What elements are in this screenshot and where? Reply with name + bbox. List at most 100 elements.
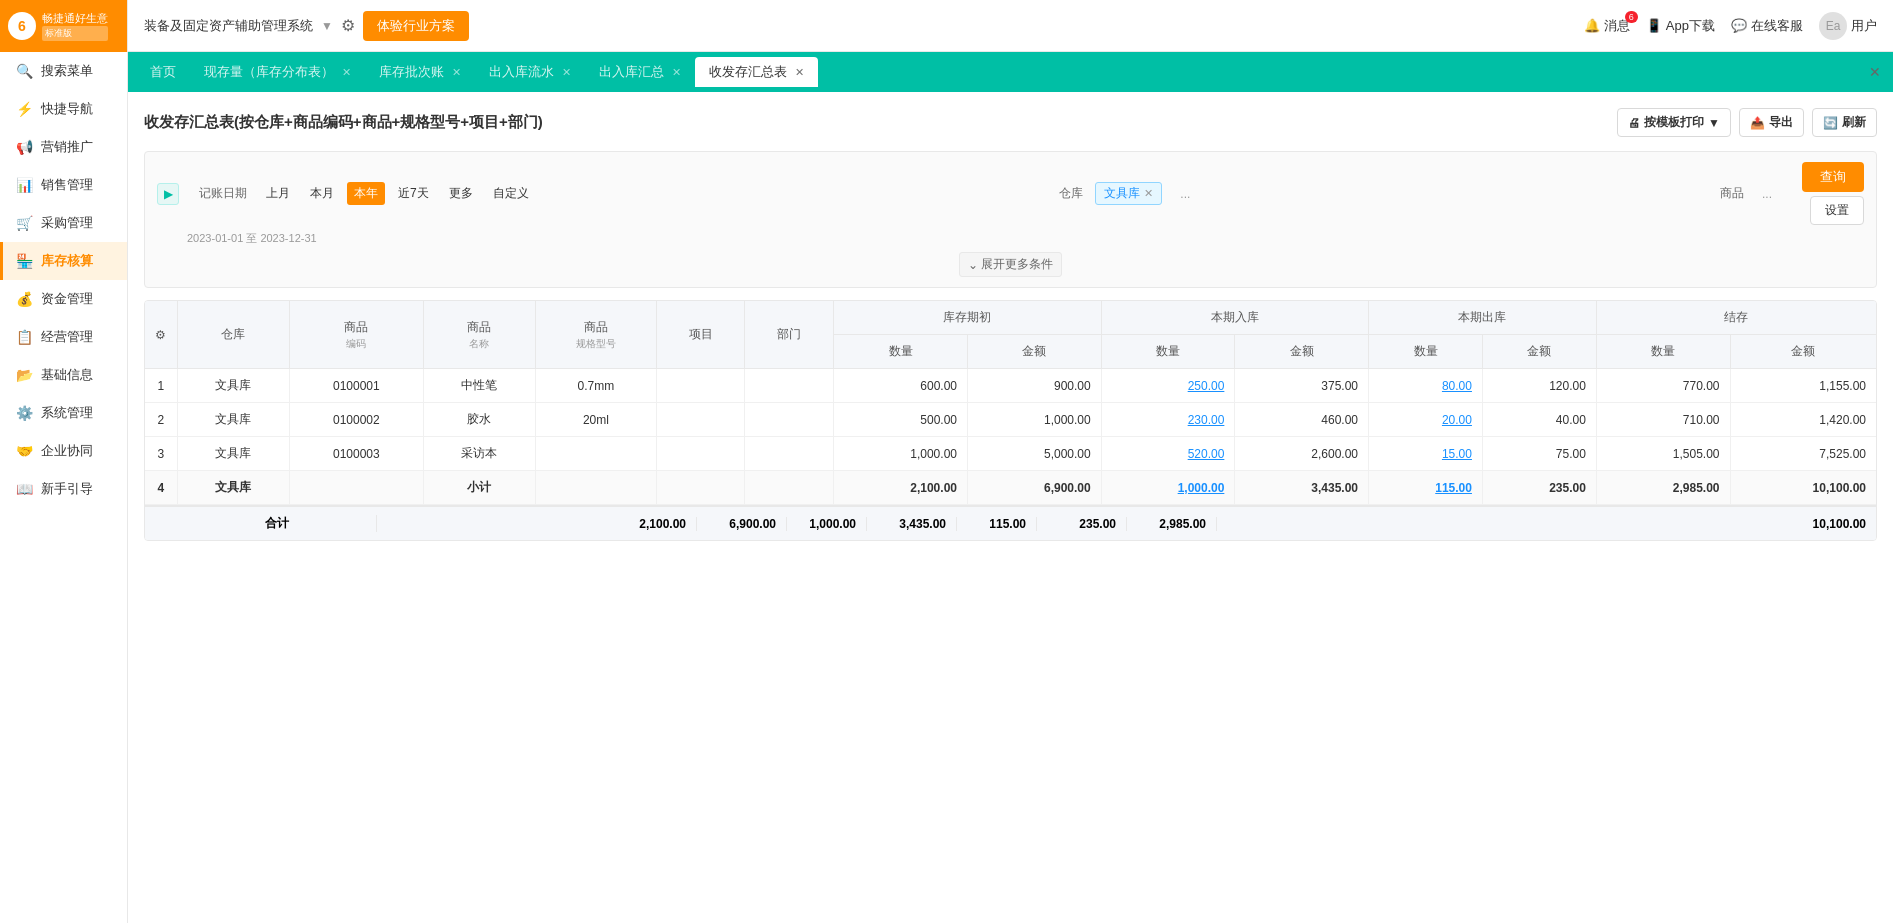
row-index: 1 bbox=[145, 369, 177, 403]
in-qty-link[interactable]: 250.00 bbox=[1188, 379, 1225, 393]
expand-more-conditions[interactable]: ⌄ 展开更多条件 bbox=[959, 252, 1062, 277]
out-qty-link[interactable]: 15.00 bbox=[1442, 447, 1472, 461]
row-project bbox=[656, 437, 745, 471]
sidebar-logo: 6 畅捷通好生意 标准版 bbox=[0, 0, 127, 52]
warehouse-label: 仓库 bbox=[1059, 185, 1083, 202]
logo-badge: 标准版 bbox=[42, 26, 108, 41]
sidebar-item-marketing[interactable]: 📢 营销推广 bbox=[0, 128, 127, 166]
sidebar-item-label: 企业协同 bbox=[41, 442, 93, 460]
col-opening-qty: 数量 bbox=[834, 335, 968, 369]
data-table-wrapper: ⚙ 仓库 商品编码 商品名称 商品规格型号 项目 部门 库存期初 本期入库 本期… bbox=[144, 300, 1877, 541]
row-in-qty[interactable]: 520.00 bbox=[1101, 437, 1235, 471]
row-in-qty[interactable]: 250.00 bbox=[1101, 369, 1235, 403]
sidebar-item-quick[interactable]: ⚡ 快捷导航 bbox=[0, 90, 127, 128]
col-in: 本期入库 bbox=[1101, 301, 1368, 335]
sidebar-item-sales[interactable]: 📊 销售管理 bbox=[0, 166, 127, 204]
print-label: 按模板打印 bbox=[1644, 114, 1704, 131]
row-out-amt: 120.00 bbox=[1482, 369, 1596, 403]
sidebar-item-operations[interactable]: 📋 经营管理 bbox=[0, 318, 127, 356]
sidebar-item-guide[interactable]: 📖 新手引导 bbox=[0, 470, 127, 508]
date-btn-7days[interactable]: 近7天 bbox=[391, 182, 436, 205]
in-qty-link[interactable]: 1,000.00 bbox=[1178, 481, 1225, 495]
filter-collapse-arrow[interactable]: ▶ bbox=[157, 183, 179, 205]
row-opening-amt: 1,000.00 bbox=[967, 403, 1101, 437]
product-more[interactable]: ... bbox=[1756, 185, 1778, 203]
col-product-spec: 商品规格型号 bbox=[536, 301, 656, 369]
sidebar-item-enterprise[interactable]: 🤝 企业协同 bbox=[0, 432, 127, 470]
tab-inout-flow-close[interactable]: ✕ bbox=[562, 66, 571, 79]
row-out-qty[interactable]: 15.00 bbox=[1369, 437, 1483, 471]
footer-closing-qty: 2,985.00 bbox=[1127, 517, 1217, 531]
in-qty-link[interactable]: 230.00 bbox=[1188, 413, 1225, 427]
tab-inventory-dist-close[interactable]: ✕ bbox=[342, 66, 351, 79]
in-qty-link[interactable]: 520.00 bbox=[1188, 447, 1225, 461]
export-button[interactable]: 📤 导出 bbox=[1739, 108, 1804, 137]
date-btn-more[interactable]: 更多 bbox=[442, 182, 480, 205]
row-opening-amt: 6,900.00 bbox=[967, 471, 1101, 505]
sidebar-item-basic[interactable]: 📂 基础信息 bbox=[0, 356, 127, 394]
tab-receive-summary[interactable]: 收发存汇总表 ✕ bbox=[695, 57, 818, 87]
sidebar-item-inventory[interactable]: 🏪 库存核算 bbox=[0, 242, 127, 280]
date-btn-custom[interactable]: 自定义 bbox=[486, 182, 536, 205]
row-index: 2 bbox=[145, 403, 177, 437]
date-options: 上月 本月 本年 近7天 更多 自定义 bbox=[259, 182, 536, 205]
row-out-qty[interactable]: 115.00 bbox=[1369, 471, 1483, 505]
table-row: 4 文具库 小计 2,100.00 6,900.00 1,000.00 3,43… bbox=[145, 471, 1876, 505]
online-service[interactable]: 💬 在线客服 bbox=[1731, 17, 1803, 35]
out-qty-link[interactable]: 80.00 bbox=[1442, 379, 1472, 393]
tab-inout-flow[interactable]: 出入库流水 ✕ bbox=[475, 57, 585, 87]
system-dropdown-icon[interactable]: ▼ bbox=[321, 19, 333, 33]
row-in-amt: 460.00 bbox=[1235, 403, 1369, 437]
table-settings-col[interactable]: ⚙ bbox=[145, 301, 177, 369]
tab-receive-summary-close[interactable]: ✕ bbox=[795, 66, 804, 79]
user-menu[interactable]: Ea 用户 bbox=[1819, 12, 1877, 40]
settings-icon[interactable]: ⚙ bbox=[341, 16, 355, 35]
col-warehouse: 仓库 bbox=[177, 301, 290, 369]
logo-text: 畅捷通好生意 bbox=[42, 11, 108, 26]
warehouse-more[interactable]: ... bbox=[1174, 185, 1196, 203]
sidebar-item-label: 搜索菜单 bbox=[41, 62, 93, 80]
app-download-label: App下载 bbox=[1666, 17, 1715, 35]
expand-icon: ⌄ bbox=[968, 258, 978, 272]
tab-inventory-dist[interactable]: 现存量（库存分布表） ✕ bbox=[190, 57, 365, 87]
app-download[interactable]: 📱 App下载 bbox=[1646, 17, 1715, 35]
settings-button[interactable]: 设置 bbox=[1810, 196, 1864, 225]
date-btn-last-month[interactable]: 上月 bbox=[259, 182, 297, 205]
notification-bell[interactable]: 🔔 消息 6 bbox=[1584, 17, 1630, 35]
trial-button[interactable]: 体验行业方案 bbox=[363, 11, 469, 41]
tab-inout-summary[interactable]: 出入库汇总 ✕ bbox=[585, 57, 695, 87]
tab-home-label: 首页 bbox=[150, 63, 176, 81]
sidebar: 6 畅捷通好生意 标准版 🔍 搜索菜单 ⚡ 快捷导航 📢 营销推广 📊 销售管理… bbox=[0, 0, 128, 923]
tab-inout-summary-close[interactable]: ✕ bbox=[672, 66, 681, 79]
out-qty-link[interactable]: 115.00 bbox=[1435, 481, 1472, 495]
tab-batch-close[interactable]: ✕ bbox=[452, 66, 461, 79]
row-in-amt: 375.00 bbox=[1235, 369, 1369, 403]
out-qty-link[interactable]: 20.00 bbox=[1442, 413, 1472, 427]
tab-batch[interactable]: 库存批次账 ✕ bbox=[365, 57, 475, 87]
print-icon: 🖨 bbox=[1628, 116, 1640, 130]
date-btn-this-month[interactable]: 本月 bbox=[303, 182, 341, 205]
row-in-qty[interactable]: 1,000.00 bbox=[1101, 471, 1235, 505]
warehouse-tag-remove[interactable]: ✕ bbox=[1144, 187, 1153, 200]
row-opening-qty: 500.00 bbox=[834, 403, 968, 437]
row-out-qty[interactable]: 20.00 bbox=[1369, 403, 1483, 437]
date-btn-this-year[interactable]: 本年 bbox=[347, 182, 385, 205]
row-out-qty[interactable]: 80.00 bbox=[1369, 369, 1483, 403]
system-title: 装备及固定资产辅助管理系统 bbox=[144, 17, 313, 35]
col-opening-amt: 金额 bbox=[967, 335, 1101, 369]
footer-out-qty: 115.00 bbox=[957, 517, 1037, 531]
close-all-tabs[interactable]: ✕ bbox=[1865, 60, 1885, 84]
row-warehouse: 文具库 bbox=[177, 471, 290, 505]
warehouse-tag-name: 文具库 bbox=[1104, 185, 1140, 202]
query-button[interactable]: 查询 bbox=[1802, 162, 1864, 192]
sidebar-item-finance[interactable]: 💰 资金管理 bbox=[0, 280, 127, 318]
sidebar-item-label: 基础信息 bbox=[41, 366, 93, 384]
sidebar-item-purchase[interactable]: 🛒 采购管理 bbox=[0, 204, 127, 242]
sidebar-item-search[interactable]: 🔍 搜索菜单 bbox=[0, 52, 127, 90]
tab-home[interactable]: 首页 bbox=[136, 57, 190, 87]
refresh-button[interactable]: 🔄 刷新 bbox=[1812, 108, 1877, 137]
sidebar-item-system[interactable]: ⚙️ 系统管理 bbox=[0, 394, 127, 432]
print-template-button[interactable]: 🖨 按模板打印 ▼ bbox=[1617, 108, 1731, 137]
row-in-qty[interactable]: 230.00 bbox=[1101, 403, 1235, 437]
sidebar-item-label: 资金管理 bbox=[41, 290, 93, 308]
